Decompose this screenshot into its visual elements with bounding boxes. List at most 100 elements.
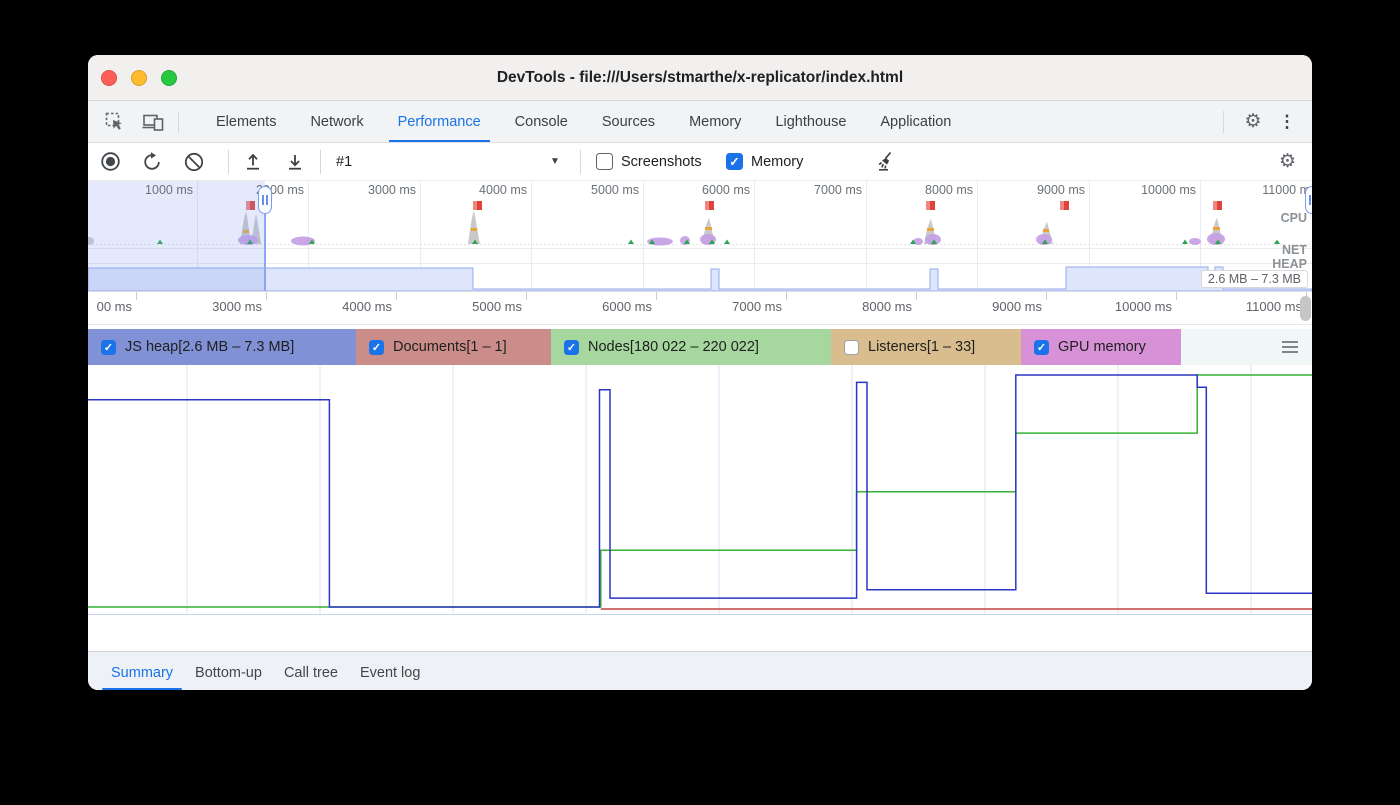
devtools-tabbar: ElementsNetworkPerformanceConsoleSources…: [88, 101, 1312, 143]
screenshots-checkbox[interactable]: [596, 143, 613, 180]
memory-checkbox[interactable]: [726, 143, 743, 180]
divider: [320, 150, 321, 174]
inspect-element-icon[interactable]: [104, 111, 126, 133]
legend-label: JS heap[2.6 MB – 7.3 MB]: [125, 339, 294, 355]
load-profile-icon[interactable]: [243, 143, 263, 180]
memory-chart[interactable]: [88, 365, 1312, 615]
tab-application[interactable]: Application: [863, 101, 968, 142]
overview-ruler-label: 8000 ms: [925, 183, 973, 197]
overview-ruler-label: 1000 ms: [145, 183, 193, 197]
save-profile-icon[interactable]: [285, 143, 305, 180]
legend-checkbox[interactable]: [1034, 340, 1049, 355]
capture-settings-gear-icon[interactable]: ⚙: [1279, 143, 1296, 180]
device-toolbar-icon[interactable]: [142, 111, 164, 133]
legend-checkbox[interactable]: [564, 340, 579, 355]
reload-and-record-button[interactable]: [142, 143, 162, 180]
timeline-overview[interactable]: 1000 ms2000 ms3000 ms4000 ms5000 ms6000 …: [88, 181, 1312, 292]
detail-ruler-label: 3000 ms: [212, 299, 262, 314]
cpu-scripting: [238, 233, 1225, 246]
ruler-tick: [136, 292, 137, 300]
cpu-gc-markers: [157, 240, 1280, 245]
legend-label: Listeners[1 – 33]: [868, 339, 975, 355]
memory-counters-legend: JS heap[2.6 MB – 7.3 MB] Documents[1 – 1]…: [88, 329, 1312, 365]
divider: [1223, 111, 1224, 133]
record-button[interactable]: [100, 143, 121, 180]
tab-lighthouse[interactable]: Lighthouse: [758, 101, 863, 142]
clear-recording-icon[interactable]: [184, 143, 204, 180]
screenshots-label[interactable]: Screenshots: [621, 143, 702, 180]
legend-item-gpu-memory[interactable]: GPU memory: [1021, 329, 1181, 365]
selection-right-handle[interactable]: [1305, 186, 1312, 214]
legend-item-listeners[interactable]: Listeners[1 – 33]: [831, 329, 1021, 365]
overview-ruler-label: 6000 ms: [702, 183, 750, 197]
settings-gear-icon[interactable]: ⚙: [1242, 111, 1264, 133]
heap-track-label: HEAP: [1272, 257, 1307, 271]
divider: [228, 150, 229, 174]
legend-item-js-heap[interactable]: JS heap[2.6 MB – 7.3 MB]: [88, 329, 356, 365]
memory-label[interactable]: Memory: [751, 143, 803, 180]
tab-memory[interactable]: Memory: [672, 101, 758, 142]
overview-ruler-label: 4000 ms: [479, 183, 527, 197]
drawer-tab-bottom-up[interactable]: Bottom-up: [184, 652, 273, 690]
legend-label: GPU memory: [1058, 339, 1146, 355]
divider: [580, 150, 581, 174]
performance-toolbar: #1 ▼ Screenshots Memory ⚙: [88, 143, 1312, 181]
legend-filler: [1181, 329, 1312, 365]
more-options-kebab-icon[interactable]: ⋮: [1276, 111, 1298, 133]
drawer-tab-event-log[interactable]: Event log: [349, 652, 431, 690]
tab-elements[interactable]: Elements: [199, 101, 293, 142]
detail-ruler-label: 9000 ms: [992, 299, 1042, 314]
overview-ruler-label: 3000 ms: [368, 183, 416, 197]
tab-sources[interactable]: Sources: [585, 101, 672, 142]
detail-ruler-label: 8000 ms: [862, 299, 912, 314]
overview-ruler-label: 9000 ms: [1037, 183, 1085, 197]
series-nodes: [88, 375, 1312, 607]
legend-checkbox[interactable]: [101, 340, 116, 355]
detail-ruler-label: 00 ms: [97, 299, 132, 314]
detail-ruler: 00 ms3000 ms4000 ms5000 ms6000 ms7000 ms…: [88, 292, 1312, 325]
detail-ruler-label: 10000 ms: [1115, 299, 1172, 314]
legend-label: Documents[1 – 1]: [393, 339, 507, 355]
long-frame-markers: [246, 201, 1222, 210]
overview-ruler-label: 11000 m: [1262, 183, 1310, 197]
detail-ruler-label: 6000 ms: [602, 299, 652, 314]
collect-garbage-icon[interactable]: [876, 143, 898, 180]
detail-ruler-label: 11000 ms: [1246, 299, 1302, 314]
heap-range-chip: 2.6 MB – 7.3 MB: [1201, 270, 1308, 288]
ruler-tick: [266, 292, 267, 300]
divider: [178, 111, 179, 133]
cpu-rendering: [243, 227, 1220, 233]
tab-network[interactable]: Network: [293, 101, 380, 142]
devtools-window: DevTools - file:///Users/stmarthe/x-repl…: [88, 55, 1312, 690]
panel-tabs: ElementsNetworkPerformanceConsoleSources…: [199, 101, 1223, 142]
legend-checkbox[interactable]: [844, 340, 859, 355]
ruler-tick: [656, 292, 657, 300]
history-dropdown-arrow[interactable]: ▼: [550, 143, 560, 180]
ruler-tick: [1176, 292, 1177, 300]
legend-item-documents[interactable]: Documents[1 – 1]: [356, 329, 551, 365]
detail-ruler-label: 4000 ms: [342, 299, 392, 314]
history-select[interactable]: #1: [336, 143, 352, 180]
legend-label: Nodes[180 022 – 220 022]: [588, 339, 759, 355]
selection-dim-overlay: [88, 181, 265, 291]
legend-item-nodes[interactable]: Nodes[180 022 – 220 022]: [551, 329, 831, 365]
heap-overview-area: [88, 267, 1312, 291]
counters-menu-icon[interactable]: [1282, 341, 1298, 353]
titlebar: DevTools - file:///Users/stmarthe/x-repl…: [88, 55, 1312, 101]
ruler-tick: [916, 292, 917, 300]
drawer-tab-call-tree[interactable]: Call tree: [273, 652, 349, 690]
overview-ruler-label: 7000 ms: [814, 183, 862, 197]
tab-console[interactable]: Console: [498, 101, 585, 142]
legend-checkbox[interactable]: [369, 340, 384, 355]
series-js-heap: [88, 375, 1312, 607]
ruler-tick: [396, 292, 397, 300]
cpu-track-label: CPU: [1281, 211, 1307, 225]
selection-left-handle[interactable]: [258, 186, 272, 214]
ruler-tick: [786, 292, 787, 300]
scrollbar-thumb[interactable]: [1300, 296, 1311, 321]
window-title: DevTools - file:///Users/stmarthe/x-repl…: [88, 55, 1312, 100]
overview-ruler-label: 5000 ms: [591, 183, 639, 197]
detail-ruler-label: 7000 ms: [732, 299, 782, 314]
tab-performance[interactable]: Performance: [381, 101, 498, 142]
drawer-tab-summary[interactable]: Summary: [100, 652, 184, 690]
